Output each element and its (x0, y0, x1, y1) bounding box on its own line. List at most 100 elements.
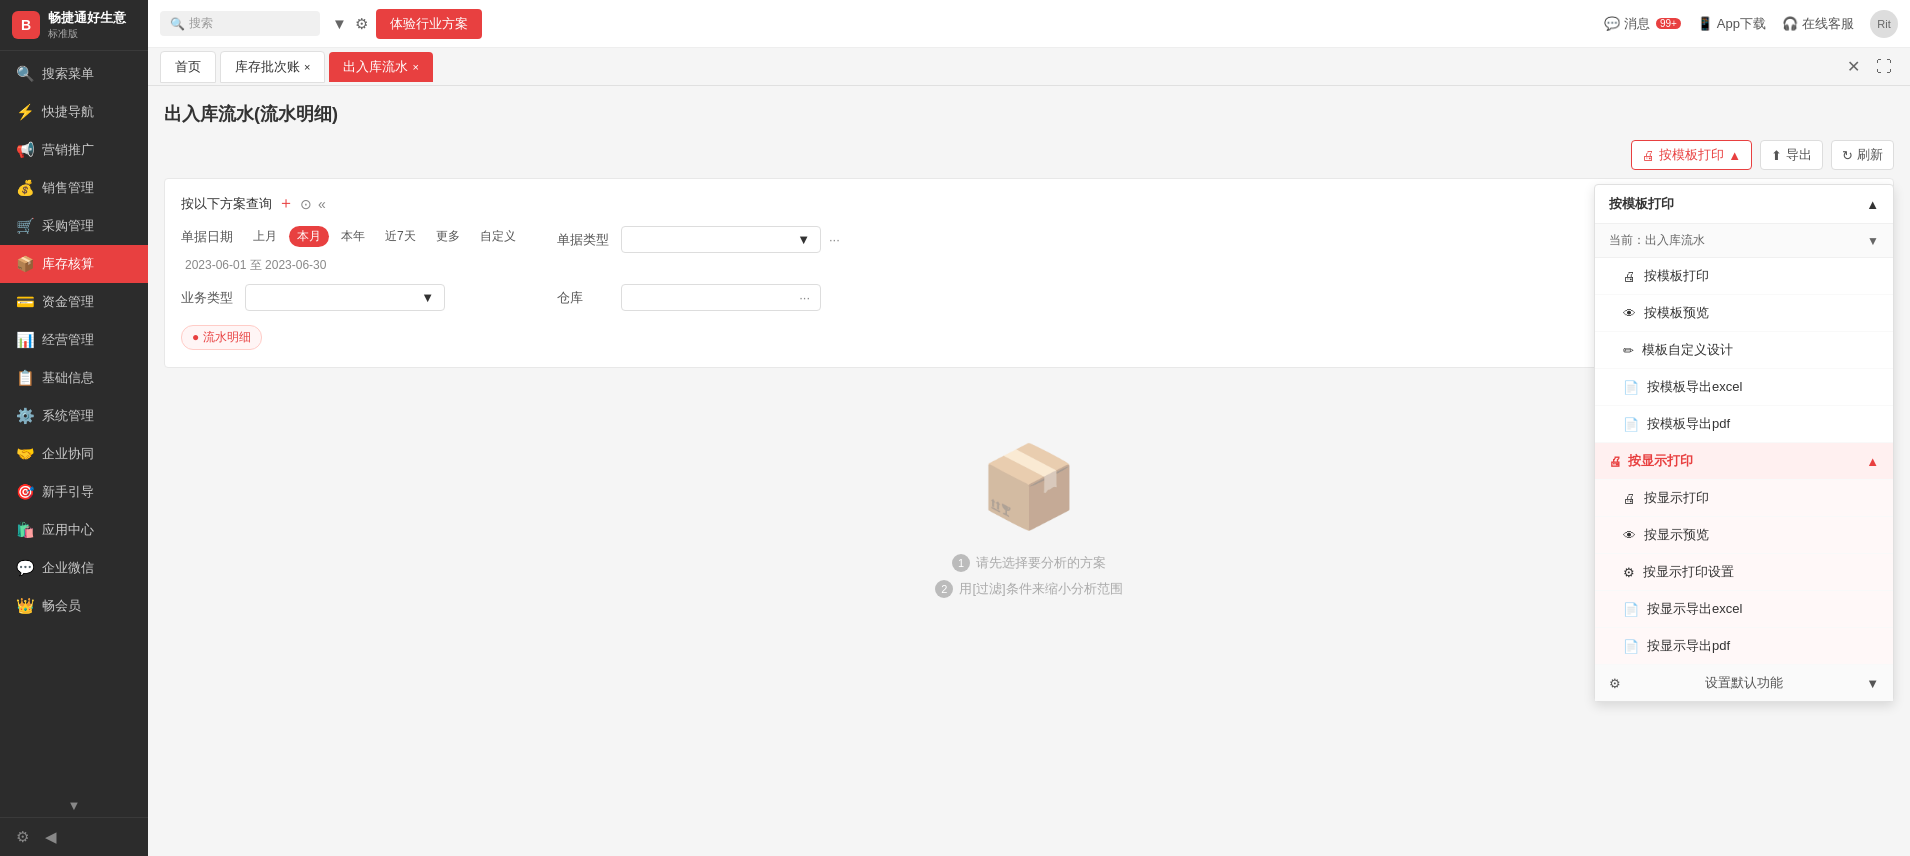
search-icon: 🔍 (170, 17, 185, 31)
dp-current-chevron[interactable]: ▼ (1867, 234, 1879, 248)
warehouse-label: 仓库 (557, 289, 613, 307)
tab-home[interactable]: 首页 (160, 51, 216, 83)
business-type-select[interactable]: ▼ (245, 284, 445, 311)
system-nav-icon: ⚙️ (16, 407, 34, 425)
tabs-bar: 首页 库存批次账 × 出入库流水 × ✕ ⛶ (148, 48, 1910, 86)
trial-btn[interactable]: 体验行业方案 (376, 9, 482, 39)
sidebar-item-appstore[interactable]: 🛍️ 应用中心 (0, 511, 148, 549)
dp-item-label: 按显示打印 (1644, 489, 1709, 507)
tab-flow-close[interactable]: × (412, 61, 418, 73)
dp-item-display-excel[interactable]: 📄 按显示导出excel (1595, 591, 1893, 628)
sidebar-scroll-down[interactable]: ▼ (0, 794, 148, 817)
dp-item-display-settings[interactable]: ⚙ 按显示打印设置 (1595, 554, 1893, 591)
sidebar-item-inventory[interactable]: 📦 库存核算 (0, 245, 148, 283)
dp-item-template-pdf[interactable]: 📄 按模板导出pdf (1595, 406, 1893, 443)
operations-nav-icon: 📊 (16, 331, 34, 349)
topbar-messages[interactable]: 💬 消息 99+ (1604, 15, 1681, 33)
date-prev-month[interactable]: 上月 (245, 226, 285, 247)
sidebar-item-purchase[interactable]: 🛒 采购管理 (0, 207, 148, 245)
dp-item-template-design[interactable]: ✏ 模板自定义设计 (1595, 332, 1893, 369)
date-custom[interactable]: 自定义 (472, 226, 524, 247)
warehouse-select[interactable]: ··· (621, 284, 821, 311)
search-field-business: 业务类型 ▼ (181, 284, 541, 311)
export-label: 导出 (1786, 146, 1812, 164)
sidebar-settings-icon[interactable]: ⚙ (16, 828, 29, 846)
tab-batch-close[interactable]: × (304, 61, 310, 73)
sidebar-item-search[interactable]: 🔍 搜索菜单 (0, 55, 148, 93)
sidebar-item-label: 销售管理 (42, 179, 94, 197)
dp-item-label: 按显示预览 (1644, 526, 1709, 544)
refresh-btn[interactable]: ↻ 刷新 (1831, 140, 1894, 170)
dp-section-display[interactable]: 🖨 按显示打印 ▲ (1595, 443, 1893, 480)
empty-step-1-text: 请先选择要分析的方案 (976, 554, 1106, 572)
tag-label: 流水明细 (203, 329, 251, 346)
sidebar-item-wechat[interactable]: 💬 企业微信 (0, 549, 148, 587)
dp-item-label: 模板自定义设计 (1642, 341, 1733, 359)
toolbar-area: 🖨 按模板打印 ▲ ⬆ 导出 ↻ 刷新 (164, 140, 1894, 170)
sidebar-item-member[interactable]: 👑 畅会员 (0, 587, 148, 625)
sidebar-collapse-icon[interactable]: ◀ (45, 828, 57, 846)
sidebar-item-label: 搜索菜单 (42, 65, 94, 83)
topbar: 🔍 搜索 ▼ ⚙ 体验行业方案 💬 消息 99+ 📱 App下载 🎧 在线客服 … (148, 0, 1910, 48)
sidebar-item-corp[interactable]: 🤝 企业协同 (0, 435, 148, 473)
dp-item-template-preview[interactable]: 👁 按模板预览 (1595, 295, 1893, 332)
refresh-icon: ↻ (1842, 148, 1853, 163)
topbar-search[interactable]: 🔍 搜索 (160, 11, 320, 36)
date-year[interactable]: 本年 (333, 226, 373, 247)
dp-item-display-preview[interactable]: 👁 按显示预览 (1595, 517, 1893, 554)
user-avatar[interactable]: Rit (1870, 10, 1898, 38)
voucher-type-more[interactable]: ··· (829, 232, 840, 247)
date-7days[interactable]: 近7天 (377, 226, 424, 247)
print-dropdown-panel: 按模板打印 ▲ 当前：出入库流水 ▼ 🖨 按模板打印 👁 按模板预览 ✏ 模板自… (1594, 184, 1894, 702)
dp-footer-label: 设置默认功能 (1705, 674, 1783, 692)
sidebar-item-basic[interactable]: 📋 基础信息 (0, 359, 148, 397)
warehouse-more[interactable]: ··· (799, 290, 810, 305)
tab-home-label: 首页 (175, 58, 201, 76)
voucher-type-select[interactable]: ▼ (621, 226, 821, 253)
sidebar-item-guide[interactable]: 🎯 新手引导 (0, 473, 148, 511)
sidebar-item-label: 应用中心 (42, 521, 94, 539)
date-label: 单据日期 (181, 228, 237, 246)
topbar-gear-icon[interactable]: ⚙ (355, 15, 368, 33)
dp-item-label: 按显示导出pdf (1647, 637, 1730, 655)
sidebar-logo: B (12, 11, 40, 39)
print-template-btn[interactable]: 🖨 按模板打印 ▲ (1631, 140, 1752, 170)
print-icon: 🖨 (1623, 269, 1636, 284)
date-curr-month[interactable]: 本月 (289, 226, 329, 247)
tabs-right-actions: ✕ ⛶ (1841, 55, 1898, 78)
date-more[interactable]: 更多 (428, 226, 468, 247)
topbar-service[interactable]: 🎧 在线客服 (1782, 15, 1854, 33)
dp-header: 按模板打印 ▲ (1595, 185, 1893, 224)
tab-batch[interactable]: 库存批次账 × (220, 51, 325, 83)
sidebar-item-system[interactable]: ⚙️ 系统管理 (0, 397, 148, 435)
filter-icon[interactable]: ⊙ (300, 196, 312, 212)
expand-filter-icon[interactable]: « (318, 196, 326, 212)
sidebar-item-sales[interactable]: 💰 销售管理 (0, 169, 148, 207)
sidebar: B 畅捷通好生意 标准版 🔍 搜索菜单 ⚡ 快捷导航 📢 营销推广 💰 销售管理… (0, 0, 148, 856)
tag-flow-detail[interactable]: ● 流水明细 (181, 325, 262, 350)
finance-nav-icon: 💳 (16, 293, 34, 311)
dp-current-label: 当前：出入库流水 (1609, 232, 1705, 249)
topbar-app-download[interactable]: 📱 App下载 (1697, 15, 1766, 33)
topbar-chevron-icon[interactable]: ▼ (332, 15, 347, 32)
tab-expand-btn[interactable]: ⛶ (1870, 55, 1898, 78)
dp-item-display-pdf[interactable]: 📄 按显示导出pdf (1595, 628, 1893, 665)
tab-flow[interactable]: 出入库流水 × (329, 52, 432, 82)
dp-item-display-print[interactable]: 🖨 按显示打印 (1595, 480, 1893, 517)
phone-icon: 📱 (1697, 16, 1713, 31)
dp-chevron-up[interactable]: ▲ (1866, 197, 1879, 212)
sidebar-item-marketing[interactable]: 📢 营销推广 (0, 131, 148, 169)
dp-footer[interactable]: ⚙ 设置默认功能 ▼ (1595, 665, 1893, 701)
dp-footer-icon: ⚙ (1609, 676, 1621, 691)
sidebar-item-finance[interactable]: 💳 资金管理 (0, 283, 148, 321)
add-condition-icon[interactable]: ＋ (278, 193, 294, 214)
sidebar-item-operations[interactable]: 📊 经营管理 (0, 321, 148, 359)
dp-item-template-excel[interactable]: 📄 按模板导出excel (1595, 369, 1893, 406)
sidebar-item-shortcuts[interactable]: ⚡ 快捷导航 (0, 93, 148, 131)
tab-flow-label: 出入库流水 (343, 58, 408, 76)
tab-close-btn[interactable]: ✕ (1841, 55, 1866, 78)
date-options: 上月 本月 本年 近7天 更多 自定义 (245, 226, 524, 247)
export-btn[interactable]: ⬆ 导出 (1760, 140, 1823, 170)
dp-item-template-print[interactable]: 🖨 按模板打印 (1595, 258, 1893, 295)
display-settings-icon: ⚙ (1623, 565, 1635, 580)
